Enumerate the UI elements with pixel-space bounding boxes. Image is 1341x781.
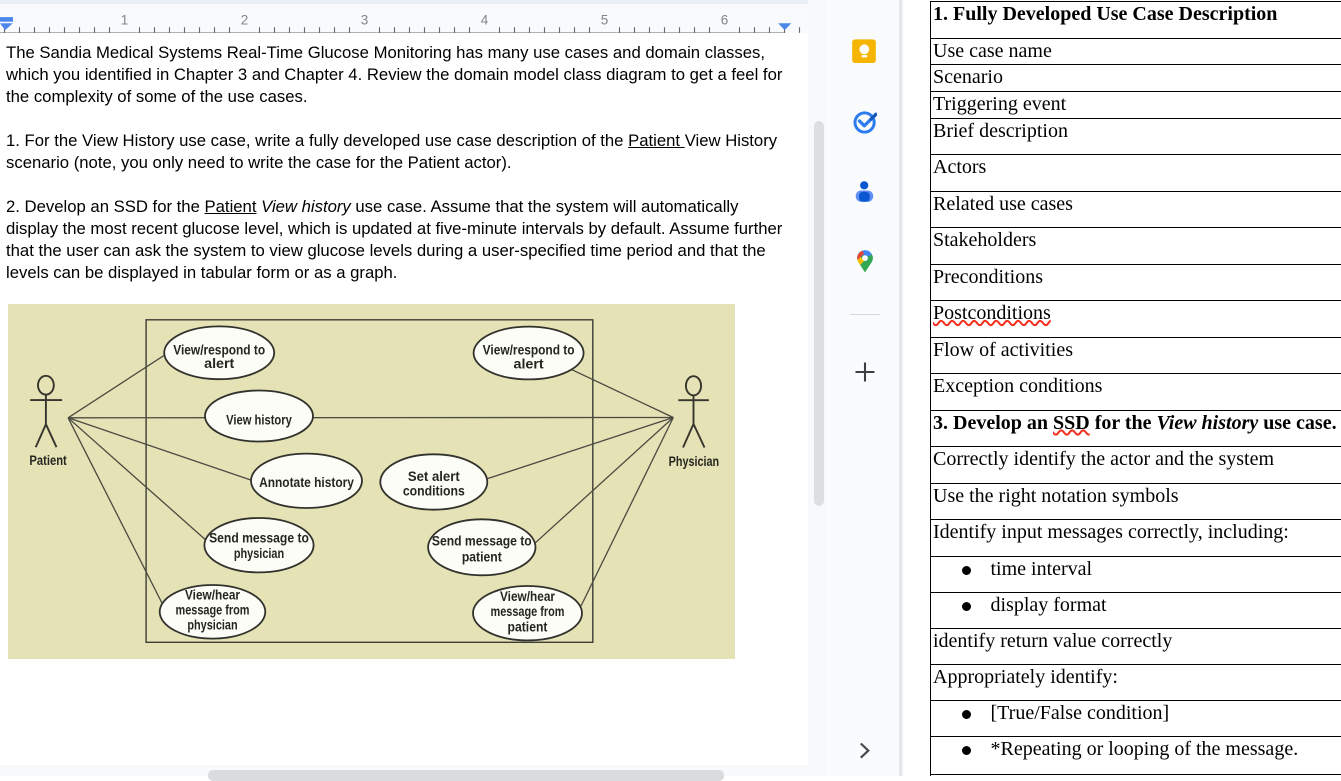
svg-text:Annotate history: Annotate history <box>259 474 355 490</box>
svg-text:physician: physician <box>187 617 237 633</box>
svg-text:2: 2 <box>241 13 249 28</box>
svg-text:Patient: Patient <box>29 453 66 468</box>
svg-text:Send message to: Send message to <box>209 530 309 546</box>
svg-text:1: 1 <box>121 13 129 28</box>
svg-text:4: 4 <box>481 13 489 28</box>
svg-text:View/hear: View/hear <box>500 588 555 604</box>
svg-text:conditions: conditions <box>403 483 465 499</box>
svg-text:View/hear: View/hear <box>185 586 240 602</box>
svg-text:Physician: Physician <box>669 454 719 469</box>
svg-text:alert: alert <box>204 355 234 371</box>
svg-text:physician: physician <box>234 546 284 562</box>
svg-text:Send message to: Send message to <box>432 533 532 549</box>
svg-text:6: 6 <box>721 13 729 28</box>
svg-text:message from: message from <box>491 604 565 620</box>
svg-text:View history: View history <box>226 412 292 427</box>
svg-text:patient: patient <box>508 619 549 635</box>
svg-text:message from: message from <box>176 602 250 618</box>
svg-text:alert: alert <box>514 356 544 372</box>
svg-text:5: 5 <box>601 13 609 28</box>
svg-text:patient: patient <box>462 549 503 565</box>
svg-text:3: 3 <box>361 13 369 28</box>
